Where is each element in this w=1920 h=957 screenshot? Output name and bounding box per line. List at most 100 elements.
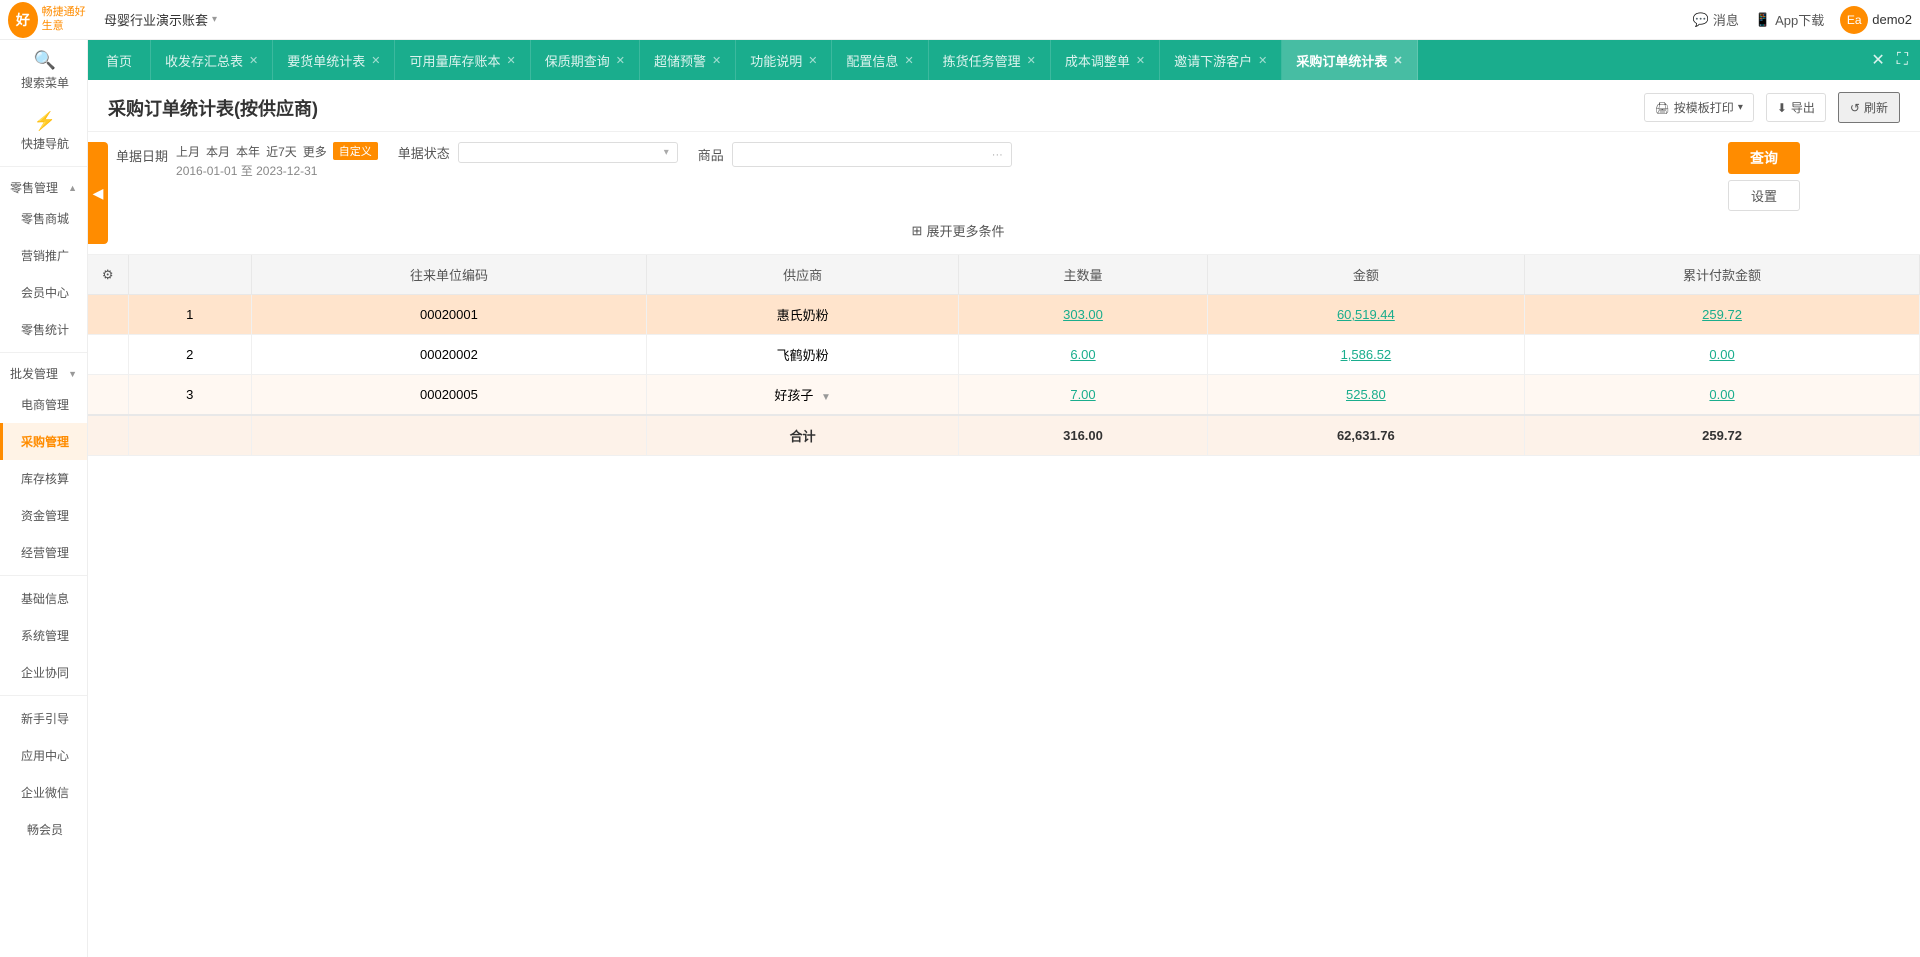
row1-amount-val[interactable]: 60,519.44: [1337, 307, 1395, 322]
sidebar-item-ecommerce[interactable]: 电商管理: [0, 386, 87, 423]
content-area: 首页 收发存汇总表 ✕ 要货单统计表 ✕ 可用量库存账本 ✕ 保质期查询 ✕: [88, 40, 1920, 957]
shortcut-curr-year[interactable]: 本年: [236, 143, 260, 160]
message-btn[interactable]: 💬 消息: [1693, 10, 1739, 29]
sidebar-item-inventory[interactable]: 库存核算: [0, 460, 87, 497]
tab-warranty-close[interactable]: ✕: [616, 54, 625, 67]
sidebar-item-vip-label: 畅会员: [27, 821, 63, 838]
sidebar-item-corp-wechat[interactable]: 企业微信: [0, 774, 87, 811]
sidebar-item-search[interactable]: 🔍 搜索菜单: [0, 40, 87, 101]
sidebar-item-member[interactable]: 会员中心: [0, 274, 87, 311]
product-input[interactable]: ···: [732, 142, 1012, 167]
tab-available-stock[interactable]: 可用量库存账本 ✕: [395, 40, 530, 80]
sidebar-item-corp-collab[interactable]: 企业协同: [0, 654, 87, 691]
print-button[interactable]: 🖨 按模板打印 ▾: [1644, 93, 1754, 122]
filter-collapse-btn[interactable]: ◀: [88, 142, 108, 244]
tab-maximize-btn[interactable]: ⛶: [1893, 47, 1912, 73]
print-arrow-icon: ▾: [1738, 102, 1743, 113]
tab-purchase-order-stats[interactable]: 采购订单统计表 ✕: [1282, 40, 1417, 80]
shortcut-prev-month[interactable]: 上月: [176, 143, 200, 160]
tab-warranty[interactable]: 保质期查询 ✕: [531, 40, 640, 80]
date-separator: 至: [241, 164, 256, 178]
settings-button[interactable]: 设置: [1728, 180, 1800, 211]
expand-more-btn[interactable]: ⊞ 展开更多条件: [904, 217, 1013, 244]
tab-invite-downstream-label: 邀请下游客户: [1174, 51, 1252, 70]
col-unit-code-label: 往来单位编码: [410, 268, 488, 283]
col-settings[interactable]: ⚙: [88, 255, 128, 295]
sidebar-item-system[interactable]: 系统管理: [0, 617, 87, 654]
row1-qty: 303.00: [959, 295, 1207, 335]
tab-cost-adjust-close[interactable]: ✕: [1136, 54, 1145, 67]
sidebar-batch-header[interactable]: 批发管理 ▼: [0, 357, 87, 386]
workspace-selector[interactable]: 母婴行业演示账套 ▾: [104, 10, 1693, 29]
sidebar-item-quick-nav[interactable]: ⚡ 快捷导航: [0, 101, 87, 162]
tab-collect-pay-close[interactable]: ✕: [249, 54, 258, 67]
row2-amount-val[interactable]: 1,586.52: [1341, 347, 1392, 362]
sidebar-item-purchase[interactable]: 采购管理: [0, 423, 87, 460]
shortcut-7days[interactable]: 近7天: [266, 143, 297, 160]
tab-demand-stats-close[interactable]: ✕: [371, 54, 380, 67]
col-supplier-label: 供应商: [783, 268, 822, 283]
sidebar-item-retail-stats[interactable]: 零售统计: [0, 311, 87, 348]
tab-pick-task[interactable]: 拣货任务管理 ✕: [929, 40, 1051, 80]
row1-qty-val[interactable]: 303.00: [1063, 307, 1103, 322]
shortcut-more[interactable]: 更多: [303, 143, 327, 160]
tab-available-stock-close[interactable]: ✕: [507, 54, 516, 67]
tab-bar: 首页 收发存汇总表 ✕ 要货单统计表 ✕ 可用量库存账本 ✕ 保质期查询 ✕: [88, 40, 1920, 80]
sidebar-item-marketing[interactable]: 营销推广: [0, 237, 87, 274]
sidebar-item-finance[interactable]: 资金管理: [0, 497, 87, 534]
refresh-button[interactable]: ↺ 刷新: [1838, 92, 1900, 123]
date-custom-badge[interactable]: 自定义: [333, 142, 378, 160]
row3-expand-icon[interactable]: ▼: [821, 392, 831, 403]
tab-purchase-order-stats-label: 采购订单统计表: [1296, 51, 1387, 70]
tab-overstock[interactable]: 超储预警 ✕: [640, 40, 736, 80]
footer-total-label: 合计: [646, 415, 959, 456]
table-row[interactable]: 3 00020005 好孩子 ▼ 7.00 525.8: [88, 375, 1920, 416]
row2-paid-amount-val[interactable]: 0.00: [1709, 347, 1734, 362]
row1-paid-amount-val[interactable]: 259.72: [1702, 307, 1742, 322]
col-amount-label: 金额: [1353, 268, 1379, 283]
row3-qty-val[interactable]: 7.00: [1070, 387, 1095, 402]
table-row[interactable]: 1 00020001 惠氏奶粉 303.00 60,519.44: [88, 295, 1920, 335]
sidebar-item-retail-store[interactable]: 零售商城: [0, 200, 87, 237]
tab-overstock-close[interactable]: ✕: [712, 54, 721, 67]
row3-paid-amount-val[interactable]: 0.00: [1709, 387, 1734, 402]
row3-amount-val[interactable]: 525.80: [1346, 387, 1386, 402]
product-input-more-icon[interactable]: ···: [992, 149, 1003, 161]
filter-row-1: 单据日期 上月 本月 本年 近7天 更多 自定义: [116, 142, 1800, 211]
tab-purchase-order-stats-close[interactable]: ✕: [1393, 54, 1402, 67]
page-content: 采购订单统计表(按供应商) 🖨 按模板打印 ▾ ⬇ 导出 ↺: [88, 80, 1920, 957]
tab-feature-desc-close[interactable]: ✕: [808, 54, 817, 67]
status-select[interactable]: ▾: [458, 142, 678, 163]
export-button[interactable]: ⬇ 导出: [1766, 93, 1826, 122]
query-button[interactable]: 查询: [1728, 142, 1800, 174]
tab-pick-task-close[interactable]: ✕: [1027, 54, 1036, 67]
sidebar-item-app-center-label: 应用中心: [21, 747, 69, 764]
col-settings-icon[interactable]: ⚙: [102, 267, 114, 282]
tab-config-info[interactable]: 配置信息 ✕: [832, 40, 928, 80]
product-search-input[interactable]: [741, 147, 992, 162]
tab-close-all-btn[interactable]: ✕: [1867, 46, 1888, 74]
tab-invite-downstream-close[interactable]: ✕: [1258, 54, 1267, 67]
app-download-btn[interactable]: 📱 App下载: [1755, 10, 1824, 29]
tab-feature-desc[interactable]: 功能说明 ✕: [736, 40, 832, 80]
sidebar-item-basic-info[interactable]: 基础信息: [0, 580, 87, 617]
sidebar-item-operations[interactable]: 经营管理: [0, 534, 87, 571]
sidebar-item-new-guide[interactable]: 新手引导: [0, 700, 87, 737]
workspace-name[interactable]: 母婴行业演示账套: [104, 10, 208, 29]
username: demo2: [1872, 12, 1912, 27]
tab-config-info-close[interactable]: ✕: [904, 54, 913, 67]
table-row[interactable]: 2 00020002 飞鹤奶粉 6.00 1,586.52: [88, 335, 1920, 375]
tab-home[interactable]: 首页: [88, 40, 151, 80]
sidebar-item-basic-info-label: 基础信息: [21, 590, 69, 607]
sidebar-retail-header[interactable]: 零售管理: [0, 171, 87, 200]
tab-invite-downstream[interactable]: 邀请下游客户 ✕: [1160, 40, 1282, 80]
sidebar-item-vip[interactable]: 畅会员: [0, 811, 87, 848]
shortcut-curr-month[interactable]: 本月: [206, 143, 230, 160]
sidebar-item-app-center[interactable]: 应用中心: [0, 737, 87, 774]
row2-qty-val[interactable]: 6.00: [1070, 347, 1095, 362]
tab-collect-pay[interactable]: 收发存汇总表 ✕: [151, 40, 273, 80]
tab-demand-stats[interactable]: 要货单统计表 ✕: [273, 40, 395, 80]
top-bar-right: 💬 消息 📱 App下载 Ea demo2: [1693, 6, 1912, 34]
tab-cost-adjust[interactable]: 成本调整单 ✕: [1051, 40, 1160, 80]
user-area[interactable]: Ea demo2: [1840, 6, 1912, 34]
